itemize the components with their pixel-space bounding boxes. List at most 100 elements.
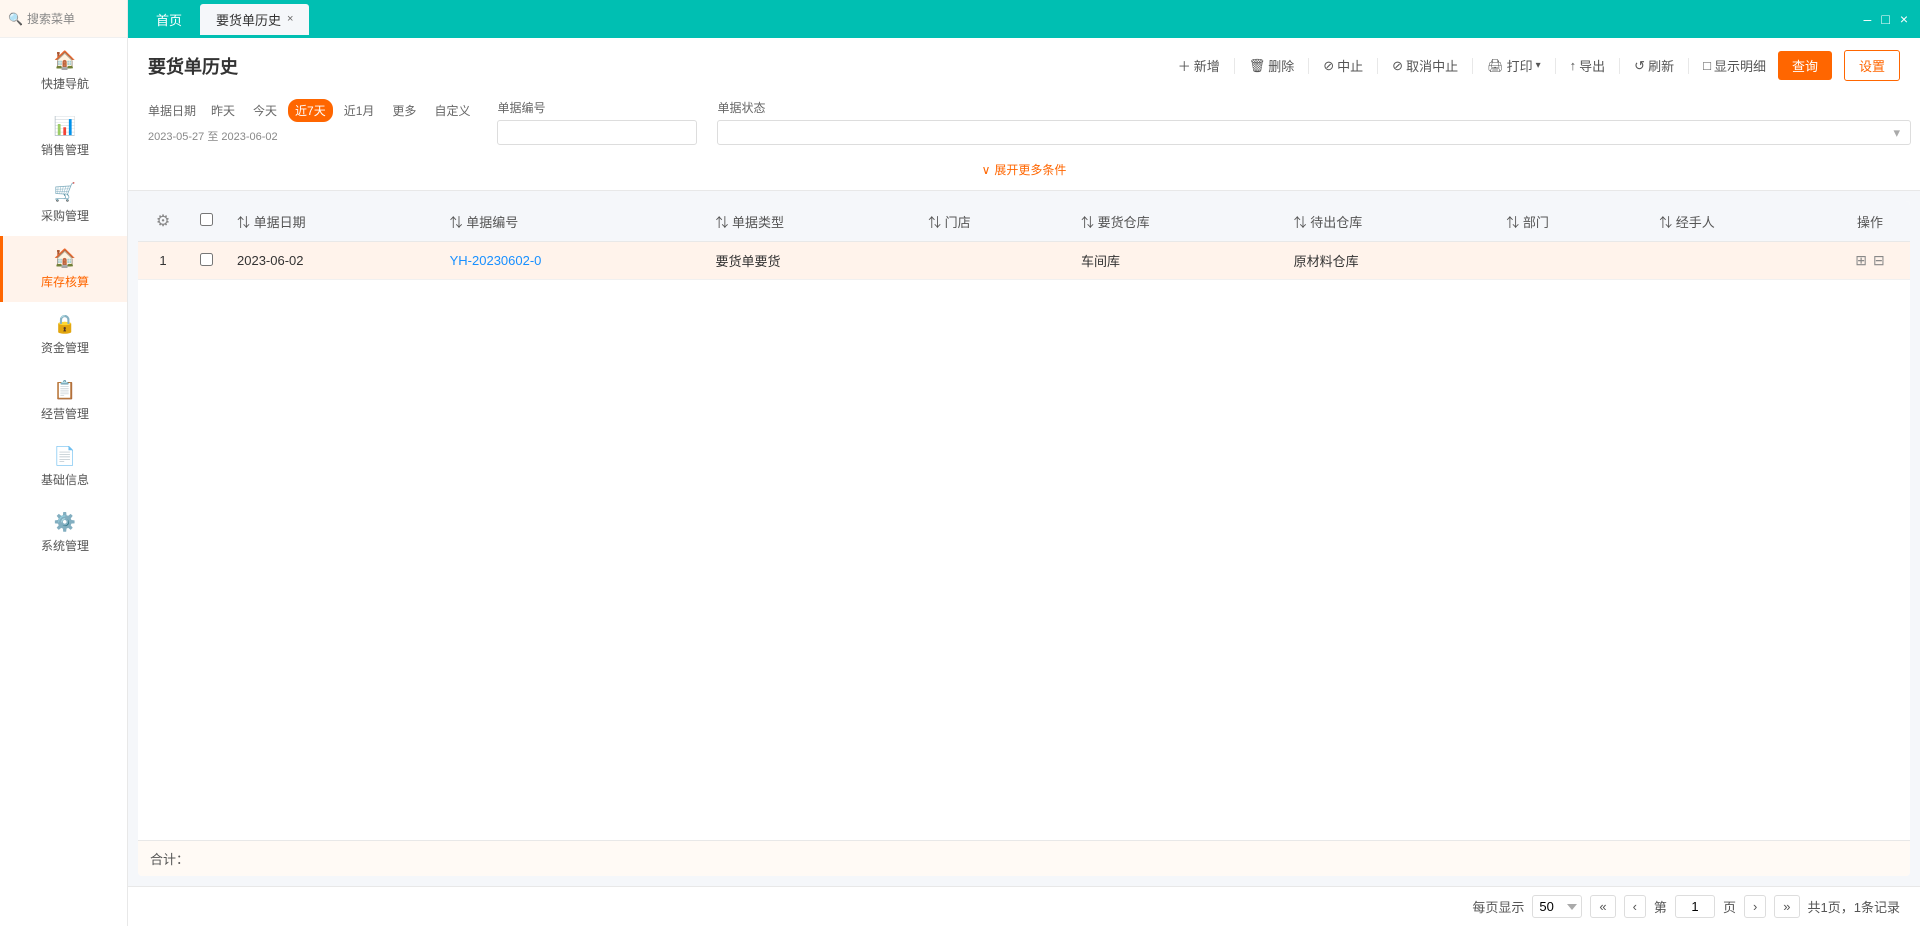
sidebar: 🔍 搜索菜单 🏠 快捷导航 📊 销售管理 🛒 采购管理 🏠 库存核算 🔒 资金管… xyxy=(0,0,128,926)
col-store: ⇅ 门店 xyxy=(916,201,1069,242)
tab-close-icon[interactable]: × xyxy=(287,13,293,25)
divider5 xyxy=(1555,58,1556,74)
date-btn-custom[interactable]: 自定义 xyxy=(427,99,477,122)
row-checkbox-cell xyxy=(188,242,225,280)
print-button[interactable]: 🖨 打印 ▾ xyxy=(1487,56,1541,75)
sidebar-item-operations[interactable]: 📋 经营管理 xyxy=(0,368,127,434)
next-page-button[interactable]: › xyxy=(1744,895,1766,918)
row-edit-icon[interactable]: ⊞ xyxy=(1855,252,1867,269)
sidebar-item-quick-nav[interactable]: 🏠 快捷导航 xyxy=(0,38,127,104)
sidebar-search[interactable]: 🔍 搜索菜单 xyxy=(0,0,127,38)
date-btn-today[interactable]: 今天 xyxy=(246,99,284,122)
table-body: 1 2023-06-02 YH-20230602-0 xyxy=(138,242,1910,280)
sidebar-item-label: 资金管理 xyxy=(41,339,89,356)
col-settings: ⚙ xyxy=(138,201,188,242)
data-table: ⚙ ⇅ 单据日期 ⇅ 单据编号 xyxy=(138,201,1910,280)
cancel-stop-button[interactable]: ⊘ 取消中止 xyxy=(1392,56,1458,75)
row-handler xyxy=(1647,242,1830,280)
select-all-checkbox[interactable] xyxy=(200,213,213,226)
sidebar-item-inventory[interactable]: 🏠 库存核算 xyxy=(0,236,127,302)
pending-warehouse-value: 原材料仓库 xyxy=(1294,254,1359,269)
bill-status-filter-group: 单据状态 ▾ xyxy=(717,99,1900,145)
divider xyxy=(1234,58,1235,74)
window-close-icon[interactable]: × xyxy=(1900,11,1908,27)
maximize-icon[interactable]: □ xyxy=(1881,11,1889,27)
sidebar-item-sales-mgmt[interactable]: 📊 销售管理 xyxy=(0,104,127,170)
clipboard-icon: 📋 xyxy=(54,380,76,401)
table-settings-gear-icon[interactable]: ⚙ xyxy=(156,213,170,230)
date-btn-7days[interactable]: 近7天 xyxy=(288,99,333,122)
sidebar-item-label: 库存核算 xyxy=(41,273,89,290)
bill-no-label: 单据编号 xyxy=(497,99,697,116)
row-dept xyxy=(1494,242,1647,280)
inventory-icon: 🏠 xyxy=(54,248,76,269)
col-bill-type: ⇅ 单据类型 xyxy=(703,201,916,242)
tab-home-label: 首页 xyxy=(156,10,182,29)
row-req-warehouse: 车间库 xyxy=(1069,242,1282,280)
filter-row: 单据日期 昨天 今天 近7天 近1月 更多 自定义 2023-05-27 至 2… xyxy=(148,91,1900,153)
top-nav: 首页 要货单历史 × – □ × xyxy=(128,0,1920,38)
refresh-button[interactable]: ↺ 刷新 xyxy=(1634,56,1674,75)
tab-home[interactable]: 首页 xyxy=(140,4,198,35)
print-arrow-icon: ▾ xyxy=(1536,60,1541,71)
delete-button[interactable]: 🗑 删除 xyxy=(1249,56,1295,75)
export-label: 导出 xyxy=(1579,56,1605,75)
bill-status-input[interactable] xyxy=(717,120,1911,145)
table-container: ⚙ ⇅ 单据日期 ⇅ 单据编号 xyxy=(138,201,1910,876)
toolbar: ＋ 新增 🗑 删除 ⊘ 中止 ⊘ xyxy=(1178,50,1900,81)
per-page-select[interactable]: 20 50 100 200 xyxy=(1532,895,1582,918)
last-page-button[interactable]: » xyxy=(1774,895,1799,918)
date-filter-btns: 昨天 今天 近7天 近1月 更多 自定义 xyxy=(204,99,477,122)
col-store-label: ⇅ 门店 xyxy=(928,215,971,230)
date-btn-1month[interactable]: 近1月 xyxy=(337,99,382,122)
query-button[interactable]: 查询 xyxy=(1778,51,1832,80)
delete-label: 删除 xyxy=(1268,56,1294,75)
date-btn-yesterday[interactable]: 昨天 xyxy=(204,99,242,122)
stop-icon: ⊘ xyxy=(1323,58,1334,74)
bill-no-filter-group: 单据编号 xyxy=(497,99,697,145)
row-index: 1 xyxy=(138,242,188,280)
show-detail-button[interactable]: □ 显示明细 xyxy=(1703,56,1766,75)
prev-page-button[interactable]: ‹ xyxy=(1624,895,1646,918)
minimize-icon[interactable]: – xyxy=(1864,11,1872,27)
cart-icon: 🛒 xyxy=(54,182,76,203)
col-bill-type-label: ⇅ 单据类型 xyxy=(715,215,784,230)
row-more-icon[interactable]: ⊟ xyxy=(1873,252,1885,269)
lock-icon: 🔒 xyxy=(54,314,76,335)
main-area: 首页 要货单历史 × – □ × 要货单历史 ＋ 新增 xyxy=(128,0,1920,926)
sidebar-item-sys-mgmt[interactable]: ⚙️ 系统管理 xyxy=(0,500,127,566)
divider7 xyxy=(1688,58,1689,74)
col-action-label: 操作 xyxy=(1857,215,1883,230)
first-page-button[interactable]: « xyxy=(1590,895,1615,918)
row-checkbox[interactable] xyxy=(200,253,213,266)
cancel-stop-icon: ⊘ xyxy=(1392,58,1403,74)
expand-more-label: 展开更多条件 xyxy=(994,161,1066,178)
sidebar-item-basic-info[interactable]: 📄 基础信息 xyxy=(0,434,127,500)
row-bill-date: 2023-06-02 xyxy=(225,242,438,280)
col-req-warehouse: ⇅ 要货仓库 xyxy=(1069,201,1282,242)
bill-no-input[interactable] xyxy=(497,120,697,145)
date-btn-more[interactable]: 更多 xyxy=(385,99,423,122)
export-button[interactable]: ↑ 导出 xyxy=(1570,56,1606,75)
sidebar-item-finance[interactable]: 🔒 资金管理 xyxy=(0,302,127,368)
table-wrapper: ⚙ ⇅ 单据日期 ⇅ 单据编号 xyxy=(138,201,1910,840)
expand-more-btn[interactable]: ∨ 展开更多条件 xyxy=(974,157,1075,182)
page-label: 第 xyxy=(1654,897,1667,916)
col-pending-warehouse-label: ⇅ 待出仓库 xyxy=(1294,215,1363,230)
action-icons: ⊞ ⊟ xyxy=(1842,252,1898,269)
content-area: 要货单历史 ＋ 新增 🗑 删除 ⊘ 中止 xyxy=(128,38,1920,926)
bill-no-link[interactable]: YH-20230602-0 xyxy=(450,253,542,268)
tab-requisition-history[interactable]: 要货单历史 × xyxy=(200,4,309,35)
sidebar-item-label: 快捷导航 xyxy=(41,75,89,92)
document-icon: 📄 xyxy=(54,446,76,467)
col-handler-label: ⇅ 经手人 xyxy=(1659,215,1715,230)
stop-button[interactable]: ⊘ 中止 xyxy=(1323,56,1363,75)
sidebar-item-label: 基础信息 xyxy=(41,471,89,488)
page-input[interactable] xyxy=(1675,895,1715,918)
new-button[interactable]: ＋ 新增 xyxy=(1178,56,1220,75)
sidebar-item-purchase-mgmt[interactable]: 🛒 采购管理 xyxy=(0,170,127,236)
settings-button[interactable]: 设置 xyxy=(1844,50,1900,81)
col-bill-no-label: ⇅ 单据编号 xyxy=(450,215,519,230)
row-action-cell: ⊞ ⊟ xyxy=(1830,242,1910,280)
divider6 xyxy=(1619,58,1620,74)
